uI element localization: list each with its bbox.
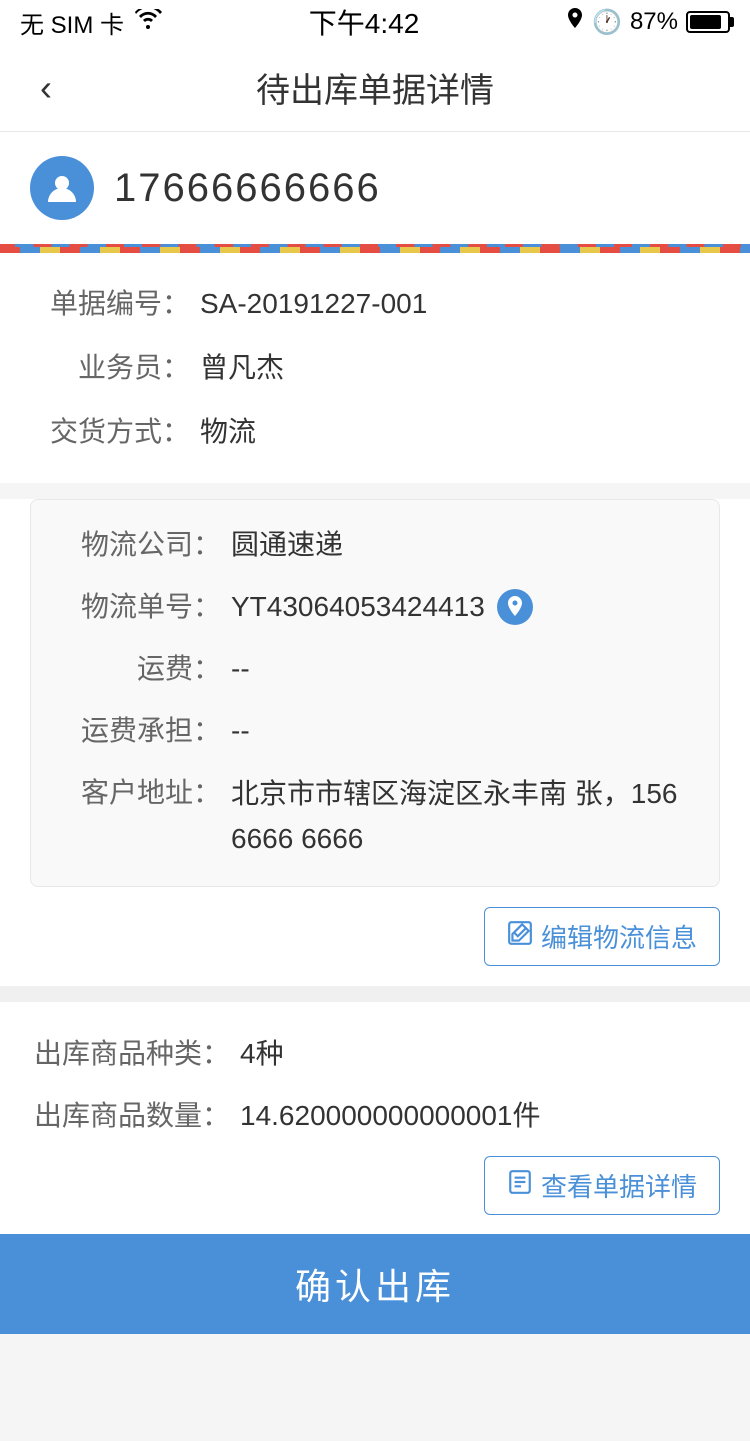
- nav-title: 待出库单据详情: [256, 63, 494, 112]
- confirm-button-label: 确认出库: [295, 1258, 455, 1310]
- freight-row: 运费： --: [61, 648, 689, 690]
- battery-icon: [686, 11, 730, 33]
- freight-bearer-row: 运费承担： --: [61, 710, 689, 752]
- avatar: [30, 156, 94, 220]
- document-number-value: SA-20191227-001: [200, 283, 720, 325]
- edit-logistics-button[interactable]: 编辑物流信息: [484, 907, 720, 966]
- wifi-icon: [134, 8, 162, 36]
- tracking-number-value: YT43064053424413: [231, 586, 689, 628]
- user-phone: 17666666666: [114, 166, 381, 211]
- outbound-stats-section: 出库商品种类： 4种 出库商品数量： 14.620000000000001件 查…: [0, 1002, 750, 1245]
- types-value: 4种: [240, 1032, 284, 1072]
- freight-value: --: [231, 648, 689, 690]
- document-number-row: 单据编号： SA-20191227-001: [30, 283, 720, 325]
- quantity-row: 出库商品数量： 14.620000000000001件: [30, 1094, 720, 1134]
- quantity-label: 出库商品数量：: [30, 1094, 230, 1134]
- view-details-label: 查看单据详情: [541, 1167, 697, 1204]
- delivery-method-label: 交货方式：: [30, 411, 190, 453]
- tracking-number-label: 物流单号：: [61, 586, 221, 628]
- clock-icon: 🕐: [592, 8, 622, 37]
- logistics-outer: 物流公司： 圆通速递 物流单号： YT43064053424413 运费： --…: [0, 499, 750, 986]
- section-separator: [0, 986, 750, 1002]
- edit-icon: [507, 920, 533, 953]
- delivery-method-row: 交货方式： 物流: [30, 411, 720, 453]
- sales-person-label: 业务员：: [30, 347, 190, 389]
- quantity-value: 14.620000000000001件: [240, 1094, 541, 1134]
- logistics-company-row: 物流公司： 圆通速递: [61, 524, 689, 566]
- back-button[interactable]: ‹: [30, 57, 62, 119]
- freight-bearer-value: --: [231, 710, 689, 752]
- status-bar: 无 SIM 卡 下午4:42 🕐 87%: [0, 0, 750, 44]
- delivery-method-value: 物流: [200, 411, 720, 453]
- types-label: 出库商品种类：: [30, 1032, 230, 1072]
- doc-icon: [507, 1169, 533, 1202]
- status-left: 无 SIM 卡: [20, 5, 162, 40]
- basic-info-section: 单据编号： SA-20191227-001 业务员： 曾凡杰 交货方式： 物流: [0, 253, 750, 483]
- freight-label: 运费：: [61, 648, 221, 690]
- edit-logistics-label: 编辑物流信息: [541, 918, 697, 955]
- address-label: 客户地址：: [61, 772, 221, 814]
- logistics-company-label: 物流公司：: [61, 524, 221, 566]
- types-row: 出库商品种类： 4种: [30, 1032, 720, 1072]
- sales-person-row: 业务员： 曾凡杰: [30, 347, 720, 389]
- freight-bearer-label: 运费承担：: [61, 710, 221, 752]
- view-btn-row: 查看单据详情: [30, 1156, 720, 1215]
- location-icon: [566, 8, 584, 37]
- edit-btn-row: 编辑物流信息: [30, 907, 720, 966]
- sim-status: 无 SIM 卡: [20, 5, 124, 40]
- sales-person-value: 曾凡杰: [200, 347, 720, 389]
- document-number-label: 单据编号：: [30, 283, 190, 325]
- user-card: 17666666666: [0, 132, 750, 247]
- address-value: 北京市市辖区海淀区永丰南 张，156 6666 6666: [231, 772, 689, 862]
- status-right: 🕐 87%: [566, 8, 730, 37]
- battery-percent: 87%: [630, 8, 678, 36]
- location-pin-icon[interactable]: [497, 589, 533, 625]
- address-row: 客户地址： 北京市市辖区海淀区永丰南 张，156 6666 6666: [61, 772, 689, 862]
- logistics-card: 物流公司： 圆通速递 物流单号： YT43064053424413 运费： --…: [30, 499, 720, 887]
- status-time: 下午4:42: [309, 2, 420, 42]
- tracking-number-row: 物流单号： YT43064053424413: [61, 586, 689, 628]
- logistics-company-value: 圆通速递: [231, 524, 689, 566]
- confirm-button-area[interactable]: 确认出库: [0, 1234, 750, 1334]
- nav-bar: ‹ 待出库单据详情: [0, 44, 750, 132]
- view-details-button[interactable]: 查看单据详情: [484, 1156, 720, 1215]
